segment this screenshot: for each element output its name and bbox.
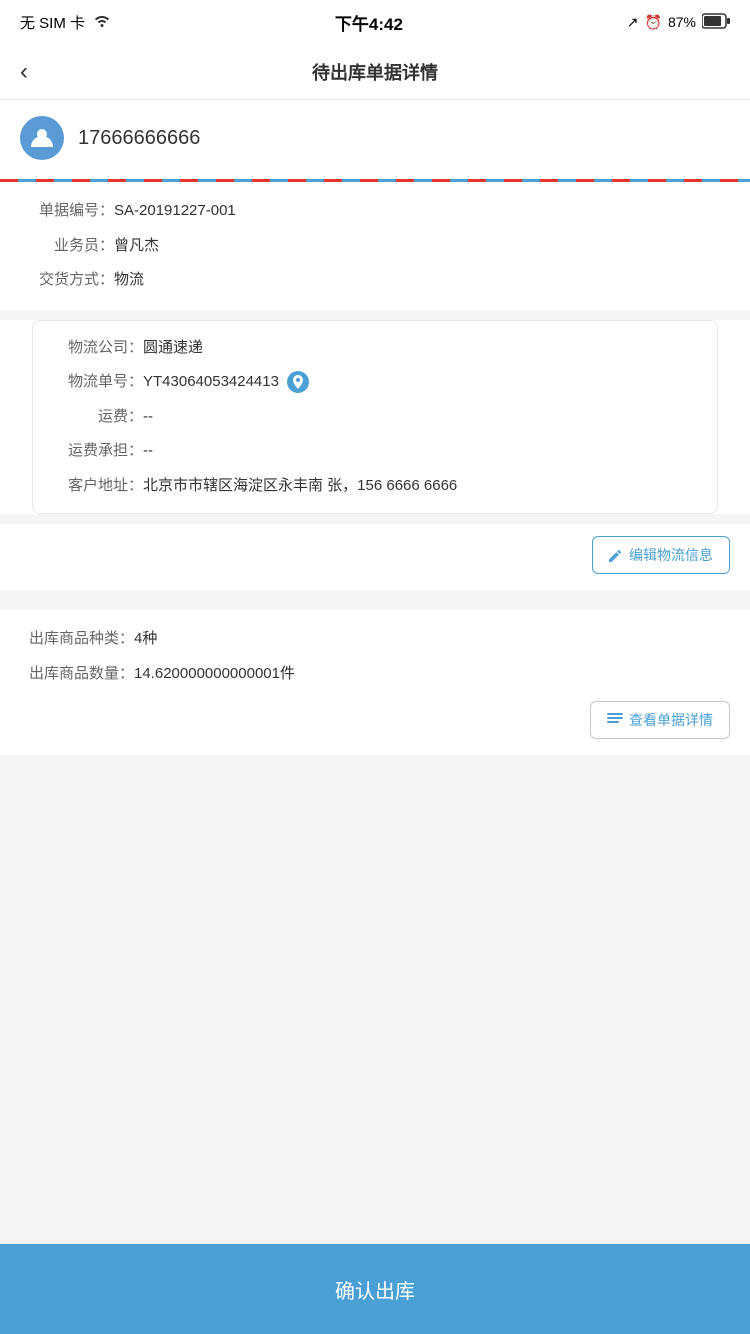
logistics-company-label: 物流公司： [53,337,143,360]
location-status-icon: ↗ [627,14,639,31]
basic-info-section: 单据编号： SA-20191227-001 业务员： 曾凡杰 交货方式： 物流 [0,182,750,310]
wifi-icon [93,13,111,31]
freight-bear-value: -- [143,440,697,463]
address-row: 客户地址： 北京市市辖区海淀区永丰南 张，156 6666 6666 [53,475,697,498]
logistics-tracking-value: YT43064053424413 [143,371,697,394]
customer-section: 17666666666 [0,100,750,176]
status-left: 无 SIM 卡 [20,12,111,33]
freight-bear-row: 运费承担： -- [53,440,697,463]
goods-types-value: 4种 [134,628,726,651]
main-content: 17666666666 单据编号： SA-20191227-001 业务员： 曾… [0,100,750,855]
nav-bar: ‹ 待出库单据详情 [0,44,750,100]
address-value: 北京市市辖区海淀区永丰南 张，156 6666 6666 [143,475,697,498]
edit-logistics-btn-label: 编辑物流信息 [629,545,713,565]
alarm-icon: ⏰ [645,14,662,31]
goods-quantity-row: 出库商品数量： 14.620000000000001件 [24,663,726,686]
logistics-tracking-row: 物流单号： YT43064053424413 [53,371,697,394]
battery-text: 87% [668,14,696,30]
order-no-label: 单据编号： [24,200,114,223]
order-no-row: 单据编号： SA-20191227-001 [24,200,726,223]
order-no-value: SA-20191227-001 [114,200,726,223]
salesman-value: 曾凡杰 [114,235,726,258]
view-detail-btn-label: 查看单据详情 [629,710,713,730]
delivery-label: 交货方式： [24,269,114,292]
customer-phone: 17666666666 [78,127,200,150]
goods-section: 出库商品种类： 4种 出库商品数量： 14.620000000000001件 [0,610,750,701]
salesman-row: 业务员： 曾凡杰 [24,235,726,258]
goods-quantity-label: 出库商品数量： [24,663,134,686]
freight-row: 运费： -- [53,406,697,429]
goods-types-label: 出库商品种类： [24,628,134,651]
logistics-tracking-label: 物流单号： [53,371,143,394]
view-detail-button[interactable]: 查看单据详情 [590,701,730,739]
status-time: 下午4:42 [335,10,403,35]
section-gap-1 [0,590,750,600]
confirm-btn-label: 确认出库 [335,1275,415,1304]
freight-bear-label: 运费承担： [53,440,143,463]
logistics-section: 物流公司： 圆通速递 物流单号： YT43064053424413 运费： --… [32,320,718,515]
edit-logistics-button[interactable]: 编辑物流信息 [592,536,730,574]
goods-quantity-value: 14.620000000000001件 [134,663,726,686]
freight-label: 运费： [53,406,143,429]
tracking-location-icon[interactable] [287,371,309,393]
confirm-button[interactable]: 确认出库 [0,1244,750,1334]
page-title: 待出库单据详情 [312,59,438,85]
salesman-label: 业务员： [24,235,114,258]
delivery-row: 交货方式： 物流 [24,269,726,292]
view-detail-wrapper: 查看单据详情 [0,701,750,755]
battery-icon [702,13,730,32]
address-label: 客户地址： [53,475,143,498]
back-button[interactable]: ‹ [20,58,28,86]
logistics-company-row: 物流公司： 圆通速递 [53,337,697,360]
carrier-text: 无 SIM 卡 [20,12,85,33]
delivery-value: 物流 [114,269,726,292]
status-right: ↗ ⏰ 87% [627,13,730,32]
logistics-company-value: 圆通速递 [143,337,697,360]
avatar [20,116,64,160]
status-bar: 无 SIM 卡 下午4:42 ↗ ⏰ 87% [0,0,750,44]
freight-value: -- [143,406,697,429]
goods-types-row: 出库商品种类： 4种 [24,628,726,651]
dashed-divider [0,176,750,182]
